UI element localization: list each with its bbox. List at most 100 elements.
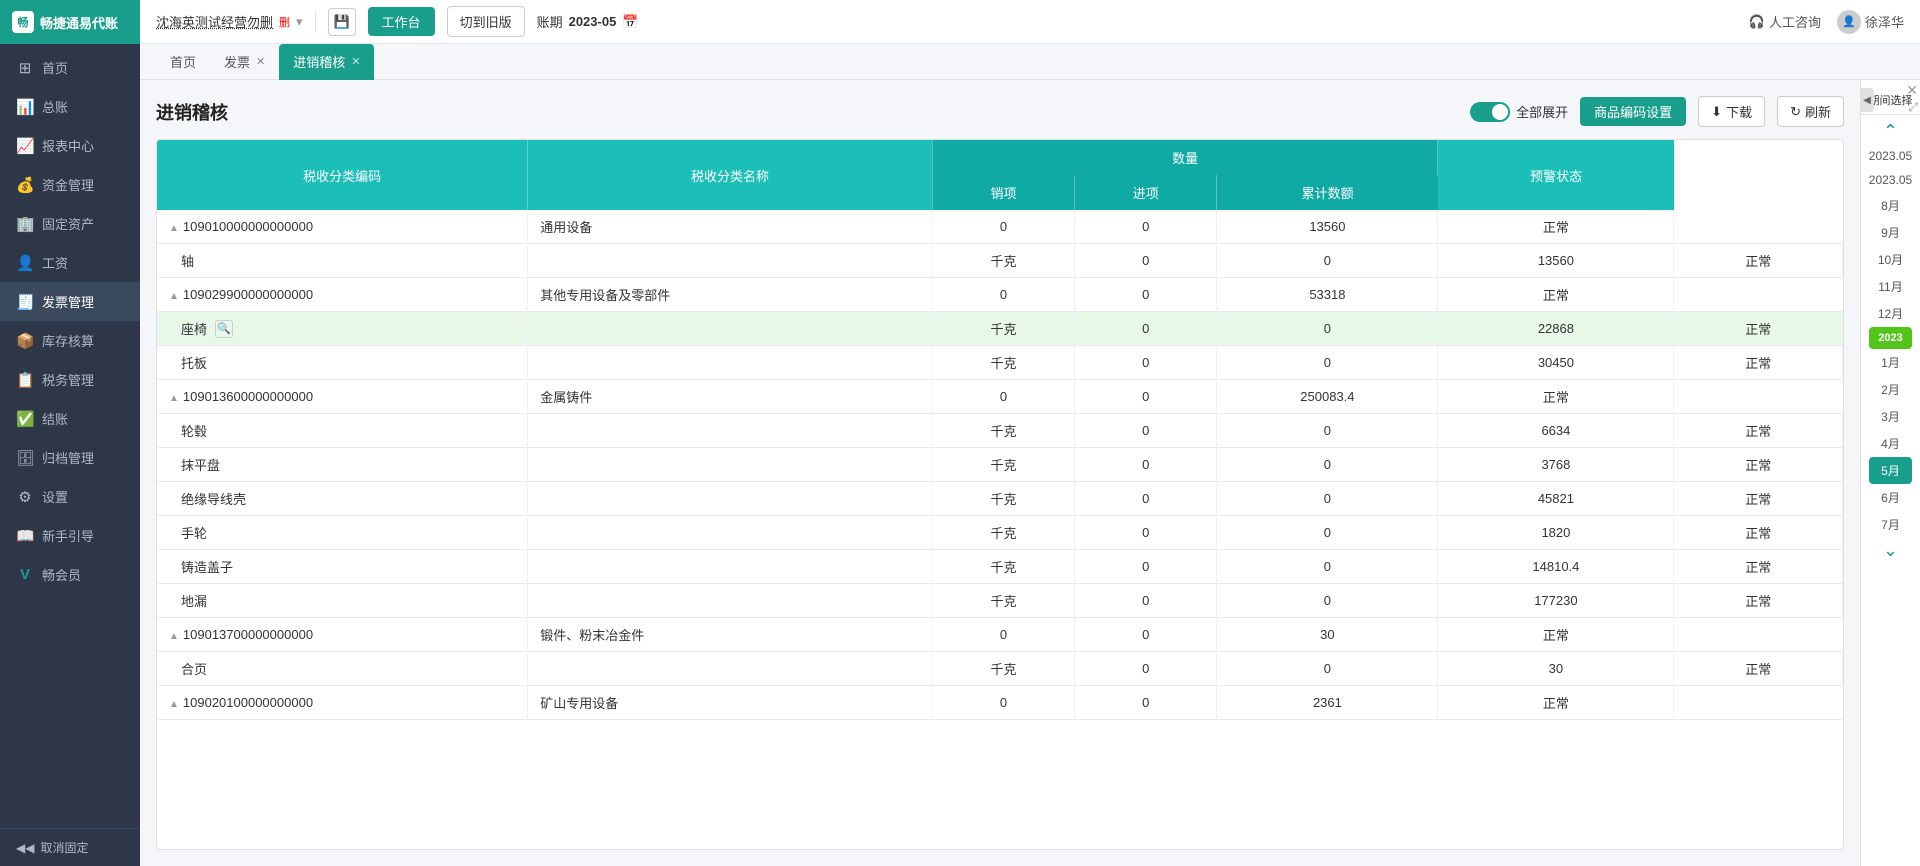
expand-icon[interactable]: ▲ — [169, 699, 179, 710]
tab-invoice[interactable]: 发票 ✕ — [210, 44, 279, 80]
expand-icon[interactable]: ▲ — [169, 291, 179, 302]
period-item[interactable]: 11月 — [1869, 273, 1912, 300]
data-table-wrapper: 税收分类编码 税收分类名称 数量 预警状态 销项 进项 累计数额 — [156, 139, 1844, 850]
sidebar-item-member[interactable]: V 畅会员 — [0, 555, 140, 594]
sidebar-item-settings[interactable]: ⚙ 设置 — [0, 477, 140, 516]
td-sales: 0 — [932, 686, 1074, 720]
period-item[interactable]: 9月 — [1869, 219, 1912, 246]
period-list: ⌃2023.052023.058月9月10月11月12月20231月2月3月4月… — [1869, 119, 1912, 563]
td-item-sales: 0 — [1075, 414, 1217, 448]
td-purchase: 0 — [1075, 618, 1217, 652]
item-search-icon[interactable]: 🔍 — [215, 320, 233, 338]
td-code: ▲109020100000000000 — [157, 686, 528, 720]
period-item[interactable]: 8月 — [1869, 192, 1912, 219]
period-item[interactable]: 12月 — [1869, 300, 1912, 327]
tab-invoice-close[interactable]: ✕ — [256, 55, 265, 68]
tab-home[interactable]: 首页 — [156, 44, 210, 80]
td-item-category — [528, 584, 933, 618]
period-item[interactable]: 5月 — [1869, 457, 1912, 484]
td-code: ▲109013700000000000 — [157, 618, 528, 652]
page-header: 进销稽核 全部展开 商品编码设置 ⬇ 下载 ↻ 刷新 — [156, 96, 1844, 127]
td-item-name: 手轮 — [157, 516, 528, 550]
page-actions: 全部展开 商品编码设置 ⬇ 下载 ↻ 刷新 — [1470, 96, 1844, 127]
sidebar-item-archive[interactable]: 🗄 归档管理 — [0, 438, 140, 477]
expand-panel-button[interactable]: ⤢ — [1908, 100, 1918, 115]
sidebar: 畅 畅捷通易代账 ⊞ 首页 📊 总账 📈 报表中心 💰 资金管理 🏢 固定资产 … — [0, 0, 140, 866]
period-item[interactable]: 10月 — [1869, 246, 1912, 273]
sidebar-item-inventory[interactable]: 📦 库存核算 — [0, 321, 140, 360]
sidebar-item-payroll[interactable]: 👤 工资 — [0, 243, 140, 282]
close-panel-button[interactable]: ✕ — [1906, 82, 1918, 99]
divider-1 — [315, 12, 316, 32]
company-del: 删 — [279, 14, 290, 30]
period-item[interactable]: 2023.05 — [1869, 144, 1912, 168]
period-item[interactable]: 2023.05 — [1869, 168, 1912, 192]
workspace-button[interactable]: 工作台 — [368, 7, 435, 36]
calendar-icon[interactable]: 📅 — [622, 14, 638, 30]
td-item-category — [528, 346, 933, 380]
sidebar-item-label: 设置 — [42, 487, 68, 506]
toggle-switch[interactable] — [1470, 102, 1510, 122]
tab-reconcile[interactable]: 进销稽核 ✕ — [279, 44, 374, 80]
archive-icon: 🗄 — [16, 449, 34, 467]
save-button[interactable]: 💾 — [328, 8, 356, 36]
period-scroll-up[interactable]: ⌃ — [1869, 119, 1912, 144]
expand-icon[interactable]: ▲ — [169, 393, 179, 404]
td-status: 正常 — [1438, 278, 1674, 312]
period-item[interactable]: 4月 — [1869, 430, 1912, 457]
table-row: 绝缘导线壳 千克 0 0 45821 正常 — [157, 482, 1843, 516]
table-row: 座椅 🔍 千克 0 0 22868 正常 — [157, 312, 1843, 346]
td-item-category — [528, 516, 933, 550]
td-item-total: 22868 — [1438, 312, 1674, 346]
tab-reconcile-close[interactable]: ✕ — [351, 55, 360, 68]
td-item-total: 6634 — [1438, 414, 1674, 448]
sidebar-item-tax[interactable]: 📋 税务管理 — [0, 360, 140, 399]
company-selector[interactable]: 沈海英测试经营勿删 删 ▾ — [156, 12, 303, 31]
td-total: 13560 — [1217, 210, 1438, 244]
expand-icon[interactable]: ▲ — [169, 631, 179, 642]
content-area: 进销稽核 全部展开 商品编码设置 ⬇ 下载 ↻ 刷新 — [140, 80, 1920, 866]
period-item[interactable]: 7月 — [1869, 511, 1912, 538]
th-warning-status: 预警状态 — [1438, 140, 1674, 210]
th-total: 累计数额 — [1217, 175, 1438, 210]
period-scroll-down[interactable]: ⌄ — [1869, 538, 1912, 563]
sidebar-item-invoice[interactable]: 🧾 发票管理 — [0, 282, 140, 321]
logo-icon: 畅 — [12, 11, 34, 33]
product-code-button[interactable]: 商品编码设置 — [1580, 97, 1686, 126]
td-item-purchase: 0 — [1217, 584, 1438, 618]
td-item-status: 正常 — [1674, 244, 1843, 278]
period-item[interactable]: 3月 — [1869, 403, 1912, 430]
td-purchase: 0 — [1075, 210, 1217, 244]
period-item[interactable]: 6月 — [1869, 484, 1912, 511]
td-item-status: 正常 — [1674, 414, 1843, 448]
td-item-unit: 千克 — [932, 652, 1074, 686]
table-row: ▲109013700000000000 锻件、粉末冶金件 0 0 30 正常 — [157, 618, 1843, 652]
td-item-name: 轴 — [157, 244, 528, 278]
sidebar-item-guide[interactable]: 📖 新手引导 — [0, 516, 140, 555]
td-name: 矿山专用设备 — [528, 686, 933, 720]
sidebar-item-home[interactable]: ⊞ 首页 — [0, 48, 140, 87]
td-item-name: 合页 — [157, 652, 528, 686]
collapse-panel-button[interactable]: ◀ — [1860, 88, 1874, 112]
sidebar-footer-unpin[interactable]: ◀◀ 取消固定 — [0, 828, 140, 866]
support-button[interactable]: 🎧 人工咨询 — [1749, 12, 1821, 31]
expand-icon[interactable]: ▲ — [169, 223, 179, 234]
td-item-sales: 0 — [1075, 652, 1217, 686]
sidebar-item-funds[interactable]: 💰 资金管理 — [0, 165, 140, 204]
switch-version-button[interactable]: 切到旧版 — [447, 6, 525, 37]
td-item-purchase: 0 — [1217, 244, 1438, 278]
sidebar-item-close[interactable]: ✅ 结账 — [0, 399, 140, 438]
period-item[interactable]: 1月 — [1869, 349, 1912, 376]
sidebar-item-ledger[interactable]: 📊 总账 — [0, 87, 140, 126]
expand-toggle[interactable]: 全部展开 — [1470, 102, 1568, 122]
user-menu[interactable]: 👤 徐泽华 — [1837, 10, 1904, 34]
company-dropdown-icon: ▾ — [296, 14, 303, 30]
period-item[interactable]: 2023 — [1869, 327, 1912, 349]
sidebar-item-assets[interactable]: 🏢 固定资产 — [0, 204, 140, 243]
sidebar-item-reports[interactable]: 📈 报表中心 — [0, 126, 140, 165]
table-row: 手轮 千克 0 0 1820 正常 — [157, 516, 1843, 550]
period-item[interactable]: 2月 — [1869, 376, 1912, 403]
refresh-button[interactable]: ↻ 刷新 — [1777, 96, 1844, 127]
td-status: 正常 — [1438, 618, 1674, 652]
download-button[interactable]: ⬇ 下载 — [1698, 96, 1765, 127]
